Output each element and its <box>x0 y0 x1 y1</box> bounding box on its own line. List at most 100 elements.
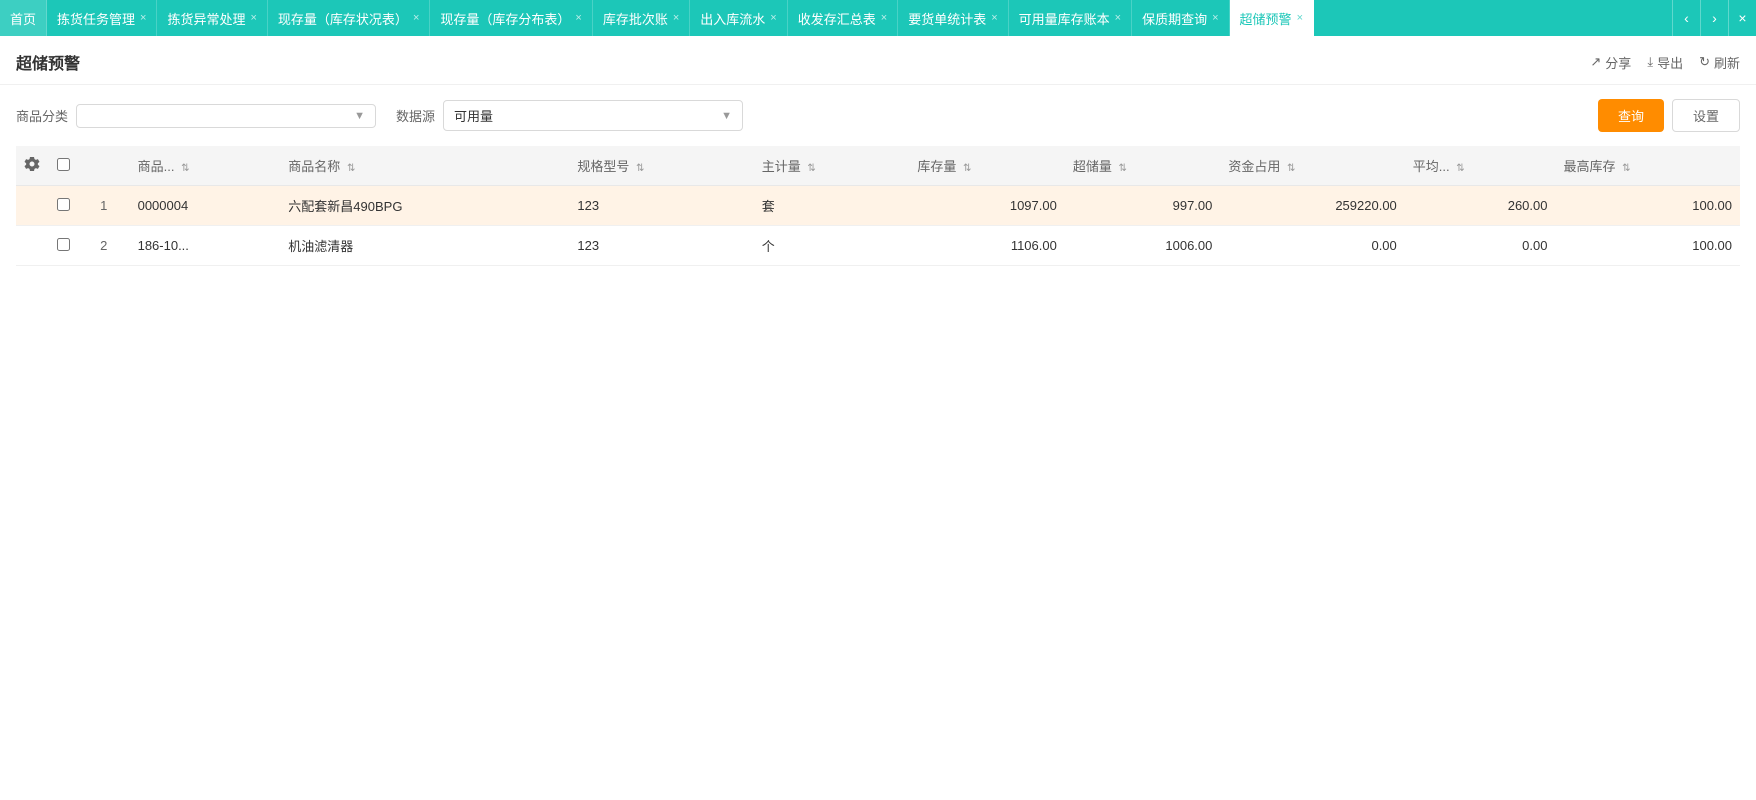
product-category-select[interactable]: ▼ <box>76 104 376 128</box>
row-product-code: 0000004 <box>130 186 281 226</box>
close-icon[interactable]: × <box>1297 12 1303 24</box>
row-spec: 123 <box>569 226 753 266</box>
page-header: 超储预警 ↗ 分享 ⤓ 导出 ↻ 刷新 <box>0 36 1756 85</box>
query-button[interactable]: 查询 <box>1598 99 1664 132</box>
nav-item-batch-account[interactable]: 库存批次账 × <box>593 0 690 36</box>
sort-icon: ⇅ <box>347 163 355 174</box>
chevron-down-icon: ▼ <box>721 110 732 122</box>
nav-item-abnormal[interactable]: 拣货异常处理 × <box>157 0 267 36</box>
data-source-label: 数据源 <box>396 106 435 125</box>
row-checkbox-cell <box>48 226 78 266</box>
over-storage-label: 超储量 <box>1073 159 1112 174</box>
avg-column-header[interactable]: 平均... ⇅ <box>1405 146 1556 186</box>
rownum-column-header <box>78 146 130 186</box>
close-icon[interactable]: × <box>250 12 256 24</box>
row-over-storage: 997.00 <box>1065 186 1221 226</box>
row-checkbox[interactable] <box>57 238 70 251</box>
table-header-row: 商品... ⇅ 商品名称 ⇅ 规格型号 ⇅ 主计量 ⇅ <box>16 146 1740 186</box>
row-max-inventory: 100.00 <box>1555 226 1740 266</box>
table-row: 1 0000004 六配套新昌490BPG 123 套 1097.00 997.… <box>16 186 1740 226</box>
nav-item-over-storage[interactable]: 超储预警 × <box>1230 0 1314 36</box>
table-row: 2 186-10... 机油滤清器 123 个 1106.00 1006.00 … <box>16 226 1740 266</box>
row-gear-cell <box>16 226 48 266</box>
top-navigation: 首页 拣货任务管理 × 拣货异常处理 × 现存量（库存状况表） × 现存量（库存… <box>0 0 1756 36</box>
row-gear-cell <box>16 186 48 226</box>
nav-next-button[interactable]: › <box>1700 0 1728 36</box>
nav-more-button[interactable]: × <box>1728 0 1756 36</box>
max-inventory-label: 最高库存 <box>1563 159 1615 174</box>
refresh-button[interactable]: ↻ 刷新 <box>1699 53 1740 72</box>
sort-icon: ⇅ <box>636 163 644 174</box>
gear-icon[interactable] <box>24 156 40 172</box>
product-code-column-header[interactable]: 商品... ⇅ <box>130 146 281 186</box>
close-icon[interactable]: × <box>1115 12 1121 24</box>
nav-item-inout-flow[interactable]: 出入库流水 × <box>690 0 787 36</box>
nav-item-task-mgmt[interactable]: 拣货任务管理 × <box>47 0 157 36</box>
spec-label: 规格型号 <box>577 159 629 174</box>
row-spec: 123 <box>569 186 753 226</box>
row-avg: 0.00 <box>1405 226 1556 266</box>
close-icon[interactable]: × <box>413 12 419 24</box>
nav-item-inventory-dist[interactable]: 现存量（库存分布表） × <box>430 0 592 36</box>
product-name-column-header[interactable]: 商品名称 ⇅ <box>280 146 569 186</box>
product-code-label: 商品... <box>138 159 175 174</box>
refresh-icon: ↻ <box>1699 54 1710 70</box>
nav-item-quality-check[interactable]: 保质期查询 × <box>1132 0 1229 36</box>
row-checkbox[interactable] <box>57 198 70 211</box>
export-button[interactable]: ⤓ 导出 <box>1647 53 1683 72</box>
over-storage-column-header[interactable]: 超储量 ⇅ <box>1065 146 1221 186</box>
table-body: 1 0000004 六配套新昌490BPG 123 套 1097.00 997.… <box>16 186 1740 266</box>
row-product-code: 186-10... <box>130 226 281 266</box>
product-category-label: 商品分类 <box>16 106 68 125</box>
close-icon[interactable]: × <box>140 12 146 24</box>
nav-item-available-account[interactable]: 可用量库存账本 × <box>1009 0 1132 36</box>
sort-icon: ⇅ <box>963 163 971 174</box>
table-container: 商品... ⇅ 商品名称 ⇅ 规格型号 ⇅ 主计量 ⇅ <box>0 146 1756 266</box>
sort-icon: ⇅ <box>807 163 815 174</box>
close-icon[interactable]: × <box>1212 12 1218 24</box>
nav-item-home[interactable]: 首页 <box>0 0 47 36</box>
nav-item-order-stats[interactable]: 要货单统计表 × <box>898 0 1008 36</box>
row-max-inventory: 100.00 <box>1555 186 1740 226</box>
inventory-column-header[interactable]: 库存量 ⇅ <box>909 146 1065 186</box>
close-icon[interactable]: × <box>881 12 887 24</box>
product-name-label: 商品名称 <box>288 159 340 174</box>
close-icon[interactable]: × <box>991 12 997 24</box>
row-product-name: 六配套新昌490BPG <box>280 186 569 226</box>
nav-item-collect-summary[interactable]: 收发存汇总表 × <box>788 0 898 36</box>
export-icon: ⤓ <box>1647 54 1653 70</box>
filter-data-source: 数据源 可用量 ▼ <box>396 100 743 131</box>
main-unit-label: 主计量 <box>762 159 801 174</box>
row-main-unit: 个 <box>754 226 910 266</box>
capital-occ-label: 资金占用 <box>1228 159 1280 174</box>
share-button[interactable]: ↗ 分享 <box>1590 53 1631 72</box>
select-all-checkbox[interactable] <box>57 158 70 171</box>
settings-button[interactable]: 设置 <box>1672 99 1740 132</box>
sort-icon: ⇅ <box>1456 163 1464 174</box>
capital-occ-column-header[interactable]: 资金占用 ⇅ <box>1220 146 1404 186</box>
row-over-storage: 1006.00 <box>1065 226 1221 266</box>
spec-column-header[interactable]: 规格型号 ⇅ <box>569 146 753 186</box>
close-icon[interactable]: × <box>575 12 581 24</box>
gear-column-header <box>16 146 48 186</box>
max-inventory-column-header[interactable]: 最高库存 ⇅ <box>1555 146 1740 186</box>
data-source-select[interactable]: 可用量 ▼ <box>443 100 743 131</box>
close-icon[interactable]: × <box>673 12 679 24</box>
row-number: 1 <box>78 186 130 226</box>
avg-label: 平均... <box>1413 159 1450 174</box>
header-actions: ↗ 分享 ⤓ 导出 ↻ 刷新 <box>1590 53 1740 72</box>
row-main-unit: 套 <box>754 186 910 226</box>
row-number: 2 <box>78 226 130 266</box>
sort-icon: ⇅ <box>181 163 189 174</box>
close-icon[interactable]: × <box>770 12 776 24</box>
page-title: 超储预警 <box>16 50 80 74</box>
filter-product-category: 商品分类 ▼ <box>16 104 376 128</box>
checkbox-column-header <box>48 146 78 186</box>
page-content: 超储预警 ↗ 分享 ⤓ 导出 ↻ 刷新 商品分类 ▼ 数据源 <box>0 36 1756 800</box>
row-capital-occ: 0.00 <box>1220 226 1404 266</box>
sort-icon: ⇅ <box>1118 163 1126 174</box>
main-unit-column-header[interactable]: 主计量 ⇅ <box>754 146 910 186</box>
nav-arrows: ‹ › × <box>1672 0 1756 36</box>
nav-item-inventory-status[interactable]: 现存量（库存状况表） × <box>268 0 430 36</box>
nav-prev-button[interactable]: ‹ <box>1672 0 1700 36</box>
